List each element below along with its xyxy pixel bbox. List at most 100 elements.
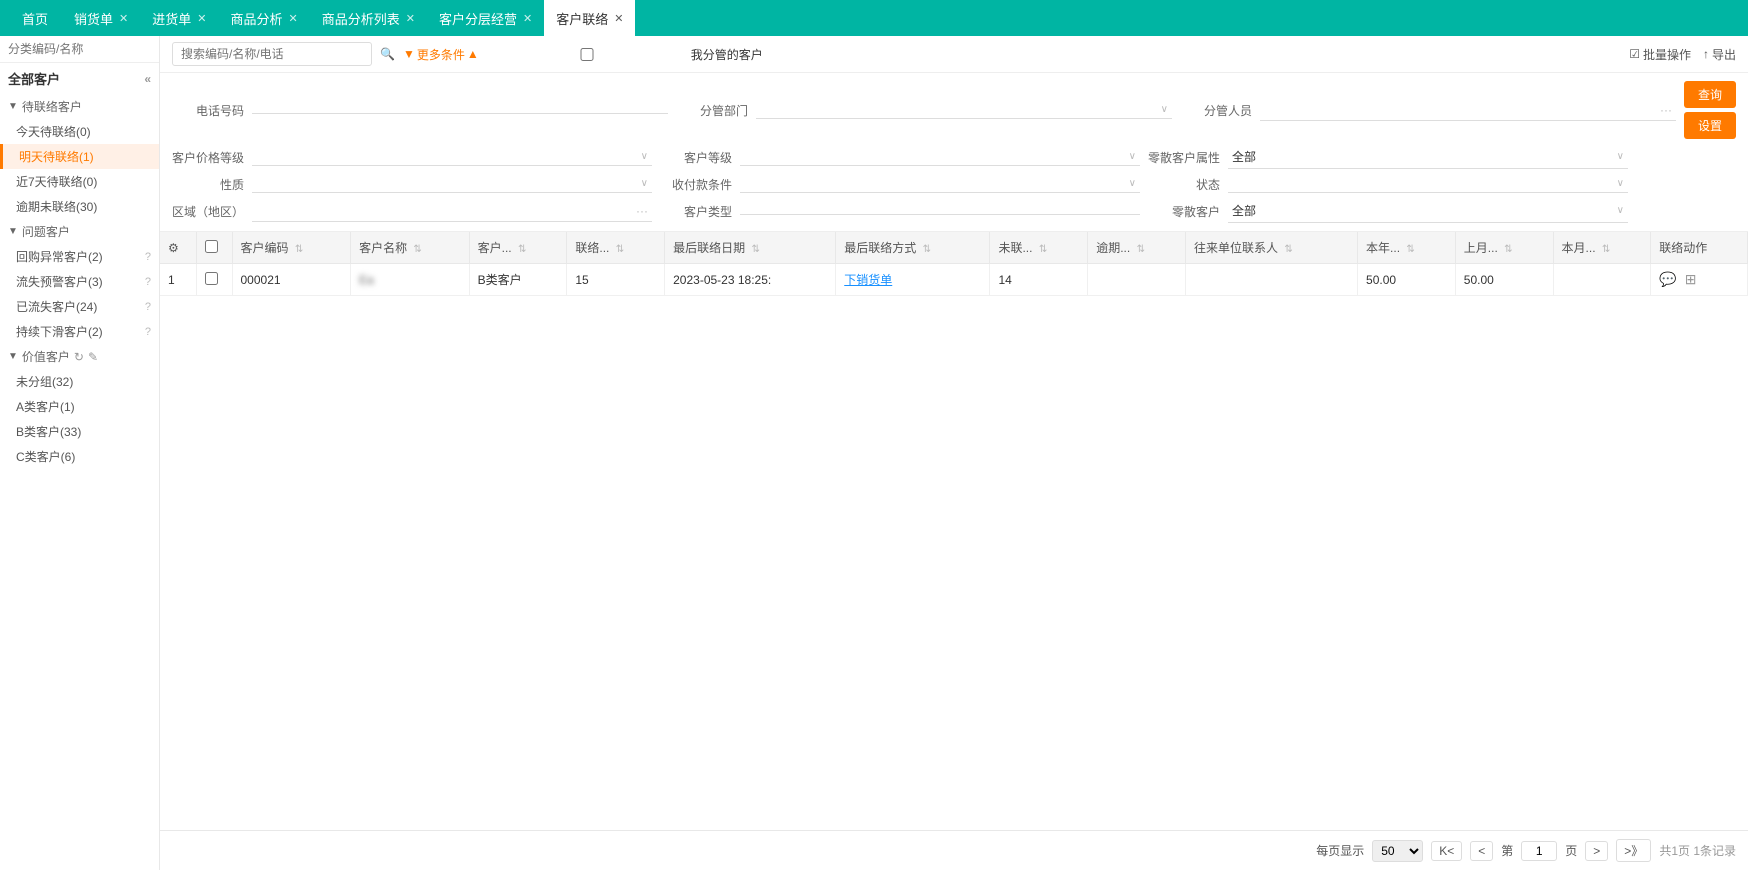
retail-attr-input[interactable]: 全部 ∨	[1228, 145, 1628, 169]
search-button[interactable]: 🔍	[380, 47, 395, 61]
status-input[interactable]: ∨	[1228, 175, 1628, 193]
sidebar-item-churn-warning[interactable]: 流失预警客户(3) ?	[0, 269, 159, 294]
sort-icon[interactable]: ⇅	[923, 244, 931, 255]
nav-item-customer-contact[interactable]: 客户联络 ✕	[544, 0, 635, 36]
my-customers-checkbox-label[interactable]: 我分管的客户	[487, 46, 763, 63]
sidebar-item-tomorrow-pending[interactable]: 明天待联络(1)	[0, 144, 159, 169]
sort-icon[interactable]: ⇅	[1039, 244, 1047, 255]
select-all-checkbox[interactable]	[205, 240, 218, 253]
col-contact-count: 联络... ⇅	[567, 232, 665, 264]
sort-icon[interactable]: ⇅	[1504, 244, 1512, 255]
table-row: 1 000021 Ea B类客户 15 2023-05-23 18:25: 下销…	[160, 264, 1748, 296]
sidebar-item-overdue-pending[interactable]: 逾期未联络(30)	[0, 194, 159, 219]
retail-customer-input[interactable]: 全部 ∨	[1228, 199, 1628, 223]
sidebar-item-today-pending[interactable]: 今天待联络(0)	[0, 119, 159, 144]
help-icon[interactable]: ?	[145, 276, 151, 288]
last-method-link[interactable]: 下销货单	[844, 273, 892, 287]
filter-actions: 查询 设置	[1684, 81, 1736, 139]
settings-button[interactable]: 设置	[1684, 112, 1736, 139]
phone-input[interactable]	[252, 107, 668, 114]
sort-icon[interactable]: ⇅	[1602, 244, 1610, 255]
help-icon[interactable]: ?	[145, 251, 151, 263]
sort-icon[interactable]: ⇅	[518, 244, 526, 255]
close-icon[interactable]: ✕	[197, 12, 206, 25]
sort-icon[interactable]: ⇅	[295, 244, 303, 255]
sort-icon[interactable]: ⇅	[1406, 244, 1414, 255]
sort-icon[interactable]: ⇅	[616, 244, 624, 255]
manager-input[interactable]: ···	[1260, 100, 1676, 121]
nav-home[interactable]: 首页	[8, 0, 62, 36]
price-level-input[interactable]: ∨	[252, 148, 652, 166]
nav-item-product-list[interactable]: 商品分析列表 ✕	[310, 0, 427, 36]
nav-item-salesperson[interactable]: 销货单 ✕	[62, 0, 140, 36]
sidebar-all-customers[interactable]: 全部客户 «	[0, 63, 159, 94]
row-unit-contact	[1185, 264, 1357, 296]
col-this-month: 本月... ⇅	[1553, 232, 1651, 264]
col-checkbox[interactable]	[196, 232, 232, 264]
sidebar-search-input[interactable]	[8, 42, 160, 56]
export-button[interactable]: ↑ 导出	[1703, 46, 1736, 63]
close-icon[interactable]: ✕	[289, 12, 298, 25]
row-checkbox[interactable]	[196, 264, 232, 296]
arrow-icon: ▼	[8, 101, 18, 112]
row-select-checkbox[interactable]	[205, 272, 218, 285]
row-this-month	[1553, 264, 1651, 296]
filter-field-region: 区域（地区） ···	[172, 201, 652, 222]
prev-page-button[interactable]: <	[1470, 841, 1493, 861]
close-icon[interactable]: ✕	[406, 12, 415, 25]
row-last-method[interactable]: 下销货单	[836, 264, 990, 296]
filter-bar: 🔍 ▼ 更多条件 ▲ 我分管的客户 ☑ 批量操作 ↑ 导出	[160, 36, 1748, 73]
nav-item-customer-tier[interactable]: 客户分层经营 ✕	[427, 0, 544, 36]
filter-field-payment: 收付款条件 ∨	[660, 175, 1140, 193]
sidebar-item-repurchase-abnormal[interactable]: 回购异常客户(2) ?	[0, 244, 159, 269]
region-input[interactable]: ···	[252, 201, 652, 222]
sort-icon[interactable]: ⇅	[1137, 244, 1145, 255]
action-icons-container: 💬 ⊞	[1659, 271, 1739, 288]
my-customers-checkbox[interactable]	[487, 48, 687, 61]
query-button[interactable]: 查询	[1684, 81, 1736, 108]
sidebar-group-problem: ▼ 问题客户	[0, 219, 159, 244]
next-page-button[interactable]: >	[1585, 841, 1608, 861]
close-icon[interactable]: ✕	[523, 12, 532, 25]
arrow-icon: ▼	[8, 351, 18, 362]
search-input[interactable]	[172, 42, 372, 66]
sidebar-item-declining[interactable]: 持续下滑客户(2) ?	[0, 319, 159, 344]
page-label: 第	[1501, 842, 1513, 859]
dept-input[interactable]: ∨	[756, 101, 1172, 119]
sidebar-item-class-b[interactable]: B类客户(33)	[0, 419, 159, 444]
sort-icon[interactable]: ⇅	[751, 244, 759, 255]
page-number-input[interactable]	[1521, 841, 1557, 861]
sort-icon[interactable]: ⇅	[1284, 244, 1292, 255]
sidebar-item-class-a[interactable]: A类客户(1)	[0, 394, 159, 419]
sidebar-item-class-c[interactable]: C类客户(6)	[0, 444, 159, 469]
customer-level-input[interactable]: ∨	[740, 148, 1140, 166]
col-settings[interactable]: ⚙	[160, 232, 196, 264]
comment-icon[interactable]: 💬	[1659, 271, 1676, 288]
help-icon[interactable]: ?	[145, 326, 151, 338]
value-edit-icon[interactable]: ✎	[88, 350, 98, 364]
batch-op-button[interactable]: ☑ 批量操作	[1629, 46, 1691, 63]
gender-input[interactable]: ∨	[252, 175, 652, 193]
close-icon[interactable]: ✕	[614, 12, 623, 25]
sidebar-item-ungrouped[interactable]: 未分组(32)	[0, 369, 159, 394]
more-conditions-button[interactable]: ▼ 更多条件 ▲	[403, 46, 479, 63]
sidebar: 🔍 全部客户 « ▼ 待联络客户 今天待联络(0) 明天待联络(1) 近7天待联…	[0, 36, 160, 870]
close-icon[interactable]: ✕	[119, 12, 128, 25]
nav-item-product-analysis[interactable]: 商品分析 ✕	[218, 0, 309, 36]
value-refresh-icon[interactable]: ↻	[74, 350, 84, 364]
filter-field-customer-level: 客户等级 ∨	[660, 148, 1140, 166]
per-page-select[interactable]: 50 100 200	[1372, 840, 1423, 862]
nav-item-purchase[interactable]: 进货单 ✕	[140, 0, 218, 36]
customer-type-input[interactable]	[740, 208, 1140, 215]
sidebar-item-churned[interactable]: 已流失客户(24) ?	[0, 294, 159, 319]
first-page-button[interactable]: K<	[1431, 841, 1462, 861]
payment-input[interactable]: ∨	[740, 175, 1140, 193]
advanced-filter-panel: 电话号码 分管部门 ∨ 分管人员 ··· 查询 设置	[160, 73, 1748, 232]
grid-icon[interactable]: ⊞	[1685, 271, 1697, 288]
sidebar-item-7days-pending[interactable]: 近7天待联络(0)	[0, 169, 159, 194]
help-icon[interactable]: ?	[145, 301, 151, 313]
more-icon: ···	[636, 204, 648, 218]
sort-icon[interactable]: ⇅	[413, 244, 421, 255]
last-page-button[interactable]: >》	[1616, 839, 1651, 862]
filter-field-gender: 性质 ∨	[172, 175, 652, 193]
